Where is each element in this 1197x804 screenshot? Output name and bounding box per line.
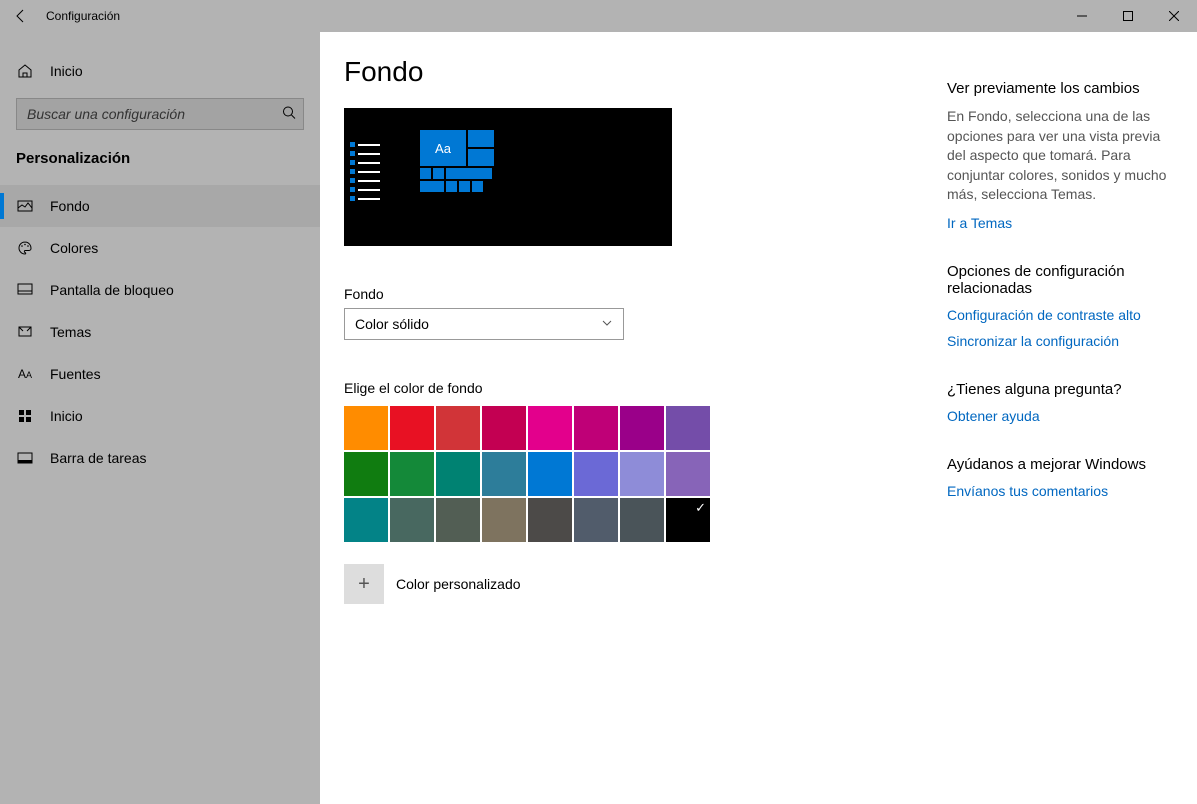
home-icon: [16, 62, 34, 80]
color-swatch[interactable]: [390, 406, 434, 450]
background-dropdown[interactable]: Color sólido: [344, 308, 624, 340]
sidebar-item-temas[interactable]: Temas: [0, 311, 320, 353]
sidebar-item-barra-tareas[interactable]: Barra de tareas: [0, 437, 320, 479]
palette-icon: [16, 239, 34, 257]
color-swatch[interactable]: [620, 498, 664, 542]
color-swatch[interactable]: [666, 406, 710, 450]
preview-changes-text: En Fondo, selecciona una de las opciones…: [947, 107, 1173, 205]
lockscreen-icon: [16, 281, 34, 299]
color-swatch[interactable]: [620, 406, 664, 450]
sidebar-item-fondo[interactable]: Fondo: [0, 185, 320, 227]
color-swatch[interactable]: [482, 498, 526, 542]
preview-changes-heading: Ver previamente los cambios: [947, 80, 1173, 97]
window-title: Configuración: [46, 9, 120, 23]
color-swatch[interactable]: [344, 498, 388, 542]
color-swatch[interactable]: [666, 452, 710, 496]
minimize-button[interactable]: [1059, 0, 1105, 32]
fonts-icon: AA: [16, 365, 34, 383]
sidebar-item-inicio[interactable]: Inicio: [0, 395, 320, 437]
related-settings-heading: Opciones de configuración relacionadas: [947, 263, 1173, 297]
color-swatch[interactable]: [666, 498, 710, 542]
color-swatch[interactable]: [344, 406, 388, 450]
color-swatch[interactable]: [620, 452, 664, 496]
color-swatch[interactable]: [574, 498, 618, 542]
feedback-heading: Ayúdanos a mejorar Windows: [947, 456, 1173, 473]
get-help-link[interactable]: Obtener ayuda: [947, 408, 1173, 424]
sidebar-item-fuentes[interactable]: AA Fuentes: [0, 353, 320, 395]
sidebar-home[interactable]: Inicio: [0, 52, 320, 90]
maximize-button[interactable]: [1105, 0, 1151, 32]
start-icon: [16, 407, 34, 425]
sidebar-item-label: Barra de tareas: [50, 450, 147, 466]
color-swatch[interactable]: [436, 498, 480, 542]
color-swatch[interactable]: [482, 406, 526, 450]
choose-color-label: Elige el color de fondo: [344, 380, 913, 396]
color-grid: [344, 406, 913, 542]
send-feedback-link[interactable]: Envíanos tus comentarios: [947, 483, 1173, 499]
sidebar-item-label: Pantalla de bloqueo: [50, 282, 174, 298]
color-swatch[interactable]: [436, 452, 480, 496]
search-input[interactable]: [16, 98, 304, 130]
custom-color-button[interactable]: +: [344, 564, 384, 604]
color-swatch[interactable]: [482, 452, 526, 496]
color-swatch[interactable]: [344, 452, 388, 496]
go-to-themes-link[interactable]: Ir a Temas: [947, 215, 1173, 231]
preview-sample-text: Aa: [420, 130, 466, 166]
background-field-label: Fondo: [344, 286, 913, 302]
sidebar-section-header: Personalización: [0, 150, 320, 185]
desktop-preview: Aa: [344, 108, 672, 246]
color-swatch[interactable]: [390, 452, 434, 496]
sidebar-item-colores[interactable]: Colores: [0, 227, 320, 269]
color-swatch[interactable]: [574, 406, 618, 450]
sidebar-item-label: Colores: [50, 240, 98, 256]
color-swatch[interactable]: [574, 452, 618, 496]
search-icon[interactable]: [282, 106, 296, 123]
color-swatch[interactable]: [528, 498, 572, 542]
custom-color-label: Color personalizado: [396, 576, 521, 592]
color-swatch[interactable]: [528, 406, 572, 450]
sidebar-item-label: Fuentes: [50, 366, 101, 382]
chevron-down-icon: [601, 316, 613, 332]
close-button[interactable]: [1151, 0, 1197, 32]
question-heading: ¿Tienes alguna pregunta?: [947, 381, 1173, 398]
sidebar-item-label: Fondo: [50, 198, 90, 214]
sync-settings-link[interactable]: Sincronizar la configuración: [947, 333, 1173, 349]
color-swatch[interactable]: [390, 498, 434, 542]
taskbar-icon: [16, 449, 34, 467]
background-dropdown-value: Color sólido: [355, 316, 429, 332]
sidebar: Inicio Personalización Fondo Colores P: [0, 32, 320, 804]
picture-icon: [16, 197, 34, 215]
plus-icon: +: [358, 573, 370, 596]
titlebar: Configuración: [0, 0, 1197, 32]
high-contrast-link[interactable]: Configuración de contraste alto: [947, 307, 1173, 323]
page-title: Fondo: [344, 56, 913, 88]
color-swatch[interactable]: [528, 452, 572, 496]
color-swatch[interactable]: [436, 406, 480, 450]
sidebar-home-label: Inicio: [50, 63, 83, 79]
sidebar-item-label: Inicio: [50, 408, 83, 424]
sidebar-item-pantalla-bloqueo[interactable]: Pantalla de bloqueo: [0, 269, 320, 311]
back-icon[interactable]: [12, 7, 30, 25]
sidebar-item-label: Temas: [50, 324, 91, 340]
themes-icon: [16, 323, 34, 341]
